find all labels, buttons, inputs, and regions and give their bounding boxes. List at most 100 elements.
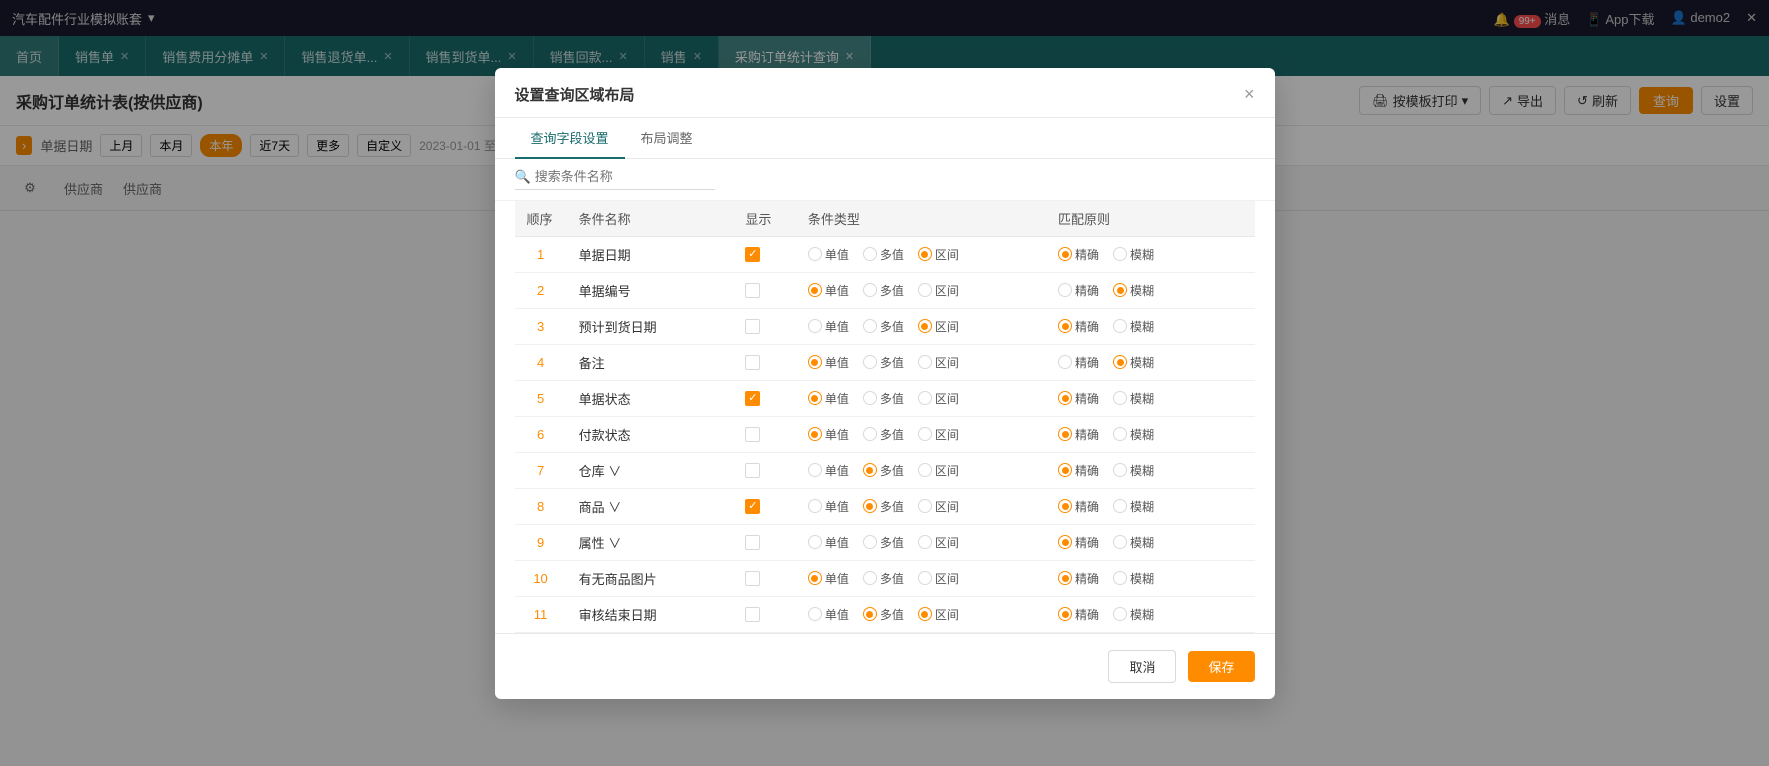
- type-radio-item[interactable]: 多值: [863, 570, 904, 587]
- cell-show[interactable]: [733, 272, 796, 308]
- radio-label: 区间: [935, 390, 959, 407]
- match-radio-item[interactable]: 模糊: [1113, 282, 1154, 299]
- type-radio-item[interactable]: 多值: [863, 534, 904, 551]
- modal-close-button[interactable]: ×: [1244, 85, 1255, 103]
- type-radio-item[interactable]: 区间: [918, 570, 959, 587]
- type-radio-item[interactable]: 单值: [808, 534, 849, 551]
- cell-match: 精确模糊: [1046, 416, 1254, 452]
- type-radio-item[interactable]: 区间: [918, 462, 959, 479]
- match-radio-item[interactable]: 精确: [1058, 282, 1099, 299]
- show-checkbox[interactable]: [745, 319, 760, 334]
- type-radio-item[interactable]: 区间: [918, 354, 959, 371]
- type-radio-item[interactable]: 区间: [918, 534, 959, 551]
- type-radio-item[interactable]: 区间: [918, 606, 959, 623]
- show-checkbox[interactable]: [745, 283, 760, 298]
- match-radio-item[interactable]: 精确: [1058, 606, 1099, 623]
- match-radio-item[interactable]: 精确: [1058, 534, 1099, 551]
- type-radio-item[interactable]: 单值: [808, 390, 849, 407]
- modal-search-area: 🔍: [495, 159, 1275, 201]
- show-checkbox[interactable]: [745, 427, 760, 442]
- match-radio-item[interactable]: 模糊: [1113, 390, 1154, 407]
- match-radio-item[interactable]: 模糊: [1113, 426, 1154, 443]
- radio-circle: [808, 499, 822, 513]
- type-radio-item[interactable]: 多值: [863, 318, 904, 335]
- match-radio-item[interactable]: 模糊: [1113, 498, 1154, 515]
- type-radio-item[interactable]: 多值: [863, 354, 904, 371]
- save-button[interactable]: 保存: [1188, 651, 1254, 682]
- type-radio-item[interactable]: 单值: [808, 354, 849, 371]
- radio-label: 单值: [825, 570, 849, 587]
- match-radio-item[interactable]: 模糊: [1113, 462, 1154, 479]
- radio-circle: [863, 427, 877, 441]
- match-radio-item[interactable]: 精确: [1058, 426, 1099, 443]
- type-radio-item[interactable]: 区间: [918, 498, 959, 515]
- cell-show[interactable]: [733, 380, 796, 416]
- tab-layout[interactable]: 布局调整: [625, 118, 709, 159]
- type-radio-item[interactable]: 多值: [863, 426, 904, 443]
- cell-show[interactable]: [733, 488, 796, 524]
- show-checkbox[interactable]: [745, 463, 760, 478]
- type-radio-item[interactable]: 单值: [808, 246, 849, 263]
- type-radio-item[interactable]: 单值: [808, 606, 849, 623]
- search-input[interactable]: [535, 169, 695, 184]
- type-radio-item[interactable]: 区间: [918, 246, 959, 263]
- cell-show[interactable]: [733, 416, 796, 452]
- show-checkbox[interactable]: [745, 247, 760, 262]
- type-radio-item[interactable]: 多值: [863, 246, 904, 263]
- match-radio-item[interactable]: 精确: [1058, 390, 1099, 407]
- cell-show[interactable]: [733, 344, 796, 380]
- type-radio-item[interactable]: 区间: [918, 318, 959, 335]
- radio-label: 多值: [880, 534, 904, 551]
- show-checkbox[interactable]: [745, 571, 760, 586]
- type-radio-item[interactable]: 多值: [863, 390, 904, 407]
- match-radio-item[interactable]: 精确: [1058, 570, 1099, 587]
- show-checkbox[interactable]: [745, 607, 760, 622]
- radio-label: 模糊: [1130, 534, 1154, 551]
- match-radio-item[interactable]: 模糊: [1113, 246, 1154, 263]
- type-radio-item[interactable]: 单值: [808, 426, 849, 443]
- match-radio-item[interactable]: 模糊: [1113, 606, 1154, 623]
- match-radio-item[interactable]: 精确: [1058, 462, 1099, 479]
- cell-show[interactable]: [733, 524, 796, 560]
- radio-label: 单值: [825, 606, 849, 623]
- match-radio-item[interactable]: 精确: [1058, 498, 1099, 515]
- cancel-button[interactable]: 取消: [1108, 650, 1176, 683]
- show-checkbox[interactable]: [745, 499, 760, 514]
- show-checkbox[interactable]: [745, 391, 760, 406]
- type-radio-item[interactable]: 区间: [918, 390, 959, 407]
- type-radio-item[interactable]: 多值: [863, 498, 904, 515]
- type-radio-item[interactable]: 区间: [918, 426, 959, 443]
- tab-query-fields[interactable]: 查询字段设置: [515, 118, 625, 159]
- show-checkbox[interactable]: [745, 535, 760, 550]
- type-radio-item[interactable]: 单值: [808, 462, 849, 479]
- cell-order: 9: [515, 524, 567, 560]
- show-checkbox[interactable]: [745, 355, 760, 370]
- type-radio-item[interactable]: 单值: [808, 282, 849, 299]
- radio-circle: [1113, 247, 1127, 261]
- radio-circle: [1058, 463, 1072, 477]
- type-radio-item[interactable]: 区间: [918, 282, 959, 299]
- type-radio-item[interactable]: 单值: [808, 570, 849, 587]
- cell-show[interactable]: [733, 308, 796, 344]
- match-radio-item[interactable]: 精确: [1058, 354, 1099, 371]
- type-radio-item[interactable]: 多值: [863, 462, 904, 479]
- type-radio-item[interactable]: 多值: [863, 282, 904, 299]
- match-radio-item[interactable]: 模糊: [1113, 570, 1154, 587]
- type-radio-item[interactable]: 单值: [808, 318, 849, 335]
- match-radio-item[interactable]: 模糊: [1113, 534, 1154, 551]
- cell-show[interactable]: [733, 560, 796, 596]
- match-radio-item[interactable]: 精确: [1058, 318, 1099, 335]
- radio-circle: [808, 391, 822, 405]
- match-radio-item[interactable]: 模糊: [1113, 318, 1154, 335]
- type-radio-item[interactable]: 单值: [808, 498, 849, 515]
- radio-label: 单值: [825, 426, 849, 443]
- cell-show[interactable]: [733, 236, 796, 272]
- modal-overlay[interactable]: 设置查询区域布局 × 查询字段设置 布局调整 🔍 顺序 条件名称 显示: [0, 0, 1769, 766]
- cell-show[interactable]: [733, 596, 796, 632]
- cell-order: 6: [515, 416, 567, 452]
- match-radio-item[interactable]: 模糊: [1113, 354, 1154, 371]
- match-radio-item[interactable]: 精确: [1058, 246, 1099, 263]
- modal-footer: 取消 保存: [495, 633, 1275, 699]
- cell-show[interactable]: [733, 452, 796, 488]
- type-radio-item[interactable]: 多值: [863, 606, 904, 623]
